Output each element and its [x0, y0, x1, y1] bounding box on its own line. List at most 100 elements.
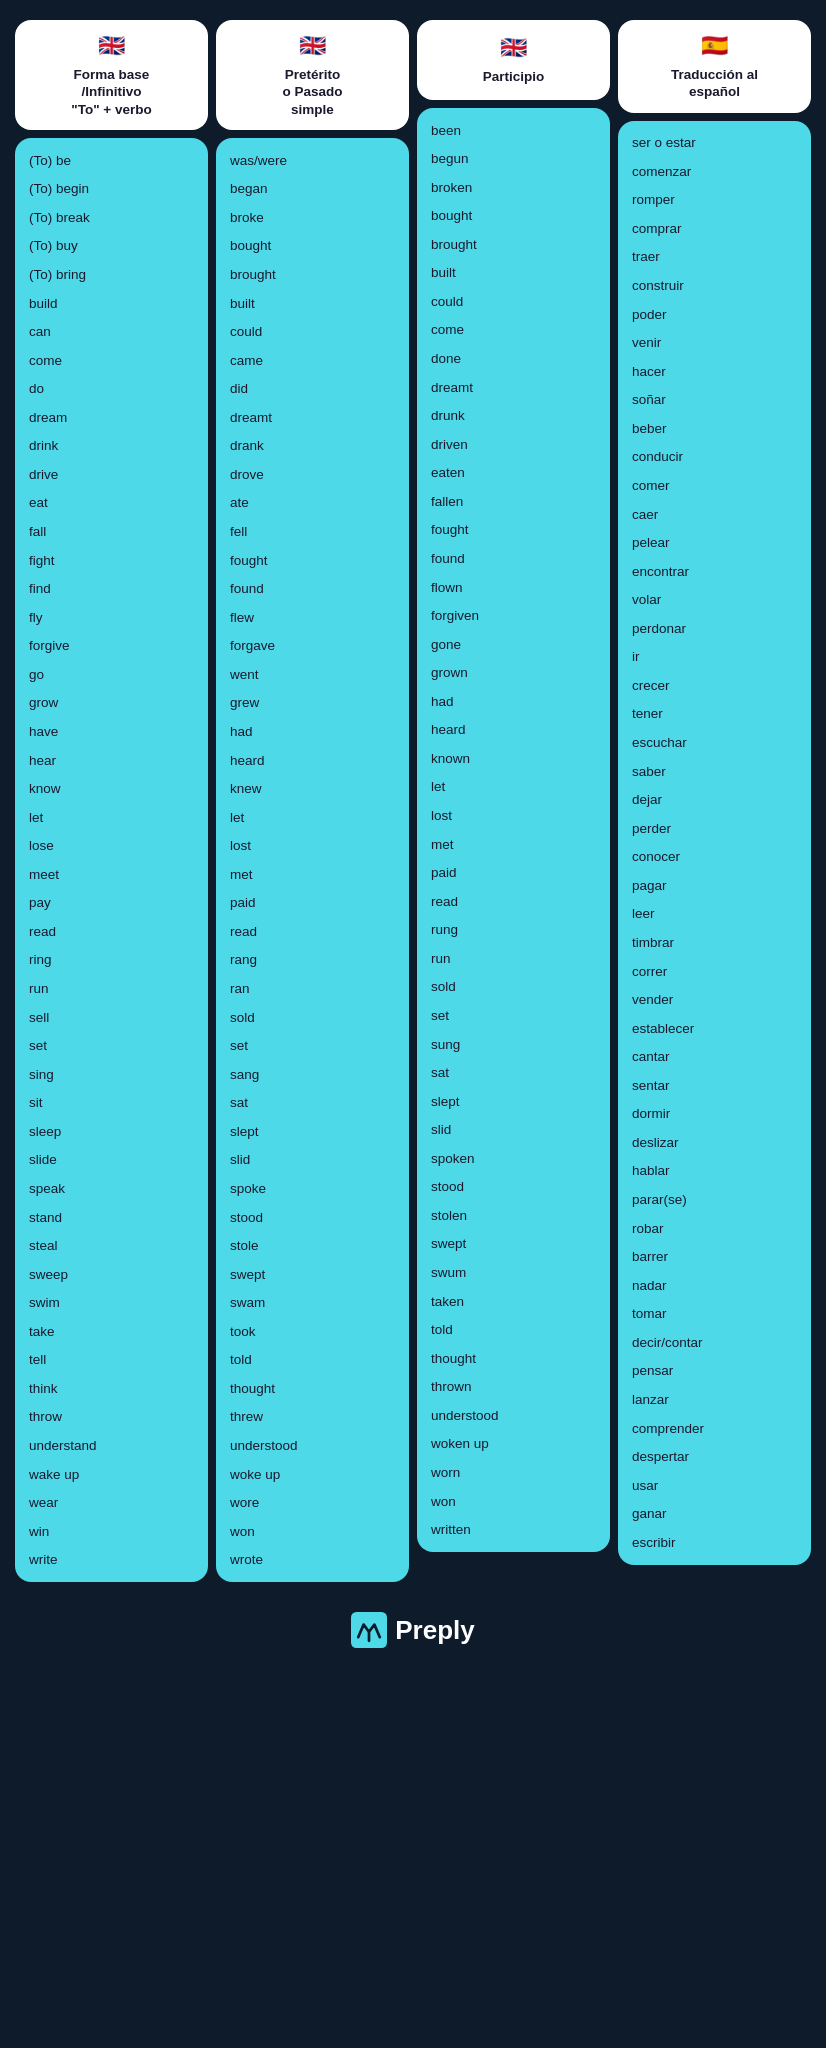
column-body-participle: beenbegunbrokenboughtbroughtbuiltcouldco…: [417, 108, 610, 1552]
cell-preterite-22: knew: [220, 775, 405, 804]
cell-participle-45: understood: [421, 1401, 606, 1430]
cell-spanish-40: nadar: [622, 1271, 807, 1300]
cell-participle-26: paid: [421, 859, 606, 888]
cell-preterite-44: threw: [220, 1403, 405, 1432]
cell-preterite-21: heard: [220, 746, 405, 775]
cell-preterite-1: began: [220, 175, 405, 204]
cell-preterite-24: lost: [220, 832, 405, 861]
cell-participle-42: told: [421, 1316, 606, 1345]
cell-participle-44: thrown: [421, 1373, 606, 1402]
cell-preterite-46: woke up: [220, 1460, 405, 1489]
cell-participle-39: swept: [421, 1230, 606, 1259]
cell-base-47: wear: [19, 1489, 204, 1518]
cell-base-41: take: [19, 1317, 204, 1346]
cell-base-14: fight: [19, 546, 204, 575]
cell-preterite-40: swam: [220, 1289, 405, 1318]
cell-preterite-0: was/were: [220, 146, 405, 175]
cell-spanish-5: construir: [622, 272, 807, 301]
cell-preterite-26: paid: [220, 889, 405, 918]
cell-spanish-22: saber: [622, 757, 807, 786]
cell-participle-10: drunk: [421, 402, 606, 431]
cell-participle-46: woken up: [421, 1430, 606, 1459]
cell-preterite-6: could: [220, 318, 405, 347]
cell-participle-16: flown: [421, 573, 606, 602]
footer: Preply: [351, 1612, 475, 1648]
cell-spanish-6: poder: [622, 300, 807, 329]
cell-participle-34: slept: [421, 1087, 606, 1116]
cell-spanish-7: venir: [622, 329, 807, 358]
column-label-participle: Participio: [483, 68, 545, 86]
cell-base-3: (To) buy: [19, 232, 204, 261]
cell-participle-8: done: [421, 345, 606, 374]
cell-base-4: (To) bring: [19, 260, 204, 289]
column-label-preterite: Pretérito o Pasado simple: [282, 66, 342, 119]
cell-spanish-3: comprar: [622, 214, 807, 243]
cell-base-16: fly: [19, 603, 204, 632]
cell-spanish-32: cantar: [622, 1043, 807, 1072]
cell-base-44: throw: [19, 1403, 204, 1432]
cell-participle-36: spoken: [421, 1144, 606, 1173]
cell-spanish-21: escuchar: [622, 729, 807, 758]
cell-spanish-43: pensar: [622, 1357, 807, 1386]
cell-base-28: ring: [19, 946, 204, 975]
cell-preterite-39: swept: [220, 1260, 405, 1289]
cell-participle-33: sat: [421, 1059, 606, 1088]
cell-preterite-2: broke: [220, 203, 405, 232]
cell-base-7: come: [19, 346, 204, 375]
cell-spanish-35: deslizar: [622, 1128, 807, 1157]
cell-base-37: stand: [19, 1203, 204, 1232]
cell-spanish-4: traer: [622, 243, 807, 272]
column-body-preterite: was/werebeganbrokeboughtbroughtbuiltcoul…: [216, 138, 409, 1582]
cell-participle-11: driven: [421, 430, 606, 459]
cell-spanish-31: establecer: [622, 1014, 807, 1043]
column-label-base: Forma base /Infinitivo "To" + verbo: [71, 66, 151, 119]
cell-preterite-45: understood: [220, 1432, 405, 1461]
cell-preterite-41: took: [220, 1317, 405, 1346]
cell-participle-35: slid: [421, 1116, 606, 1145]
cell-participle-22: known: [421, 744, 606, 773]
cell-spanish-27: leer: [622, 900, 807, 929]
cell-base-46: wake up: [19, 1460, 204, 1489]
cell-base-38: steal: [19, 1232, 204, 1261]
cell-base-40: swim: [19, 1289, 204, 1318]
column-header-base: 🇬🇧 Forma base /Infinitivo "To" + verbo: [15, 20, 208, 130]
cell-preterite-31: set: [220, 1032, 405, 1061]
column-header-spanish: 🇪🇸Traducción al español: [618, 20, 811, 113]
cell-preterite-16: flew: [220, 603, 405, 632]
cell-preterite-34: slept: [220, 1117, 405, 1146]
cell-base-49: write: [19, 1546, 204, 1575]
cell-participle-40: swum: [421, 1259, 606, 1288]
cell-base-35: slide: [19, 1146, 204, 1175]
cell-spanish-8: hacer: [622, 357, 807, 386]
cell-participle-47: worn: [421, 1458, 606, 1487]
cell-base-0: (To) be: [19, 146, 204, 175]
cell-spanish-42: decir/contar: [622, 1328, 807, 1357]
cell-preterite-25: met: [220, 860, 405, 889]
cell-base-15: find: [19, 575, 204, 604]
column-header-participle: 🇬🇧Participio: [417, 20, 610, 100]
flag-base: 🇬🇧: [98, 32, 125, 61]
column-body-base: (To) be(To) begin(To) break(To) buy(To) …: [15, 138, 208, 1582]
cell-spanish-23: dejar: [622, 786, 807, 815]
cell-base-32: sing: [19, 1060, 204, 1089]
cell-spanish-46: despertar: [622, 1443, 807, 1472]
cell-preterite-5: built: [220, 289, 405, 318]
cell-participle-4: brought: [421, 230, 606, 259]
cell-base-21: hear: [19, 746, 204, 775]
cell-participle-1: begun: [421, 145, 606, 174]
cell-preterite-3: bought: [220, 232, 405, 261]
cell-base-42: tell: [19, 1346, 204, 1375]
cell-base-26: pay: [19, 889, 204, 918]
cell-base-31: set: [19, 1032, 204, 1061]
column-participle: 🇬🇧Participiobeenbegunbrokenboughtbrought…: [417, 20, 610, 1582]
cell-spanish-34: dormir: [622, 1100, 807, 1129]
cell-participle-20: had: [421, 687, 606, 716]
cell-base-30: sell: [19, 1003, 204, 1032]
cell-participle-31: set: [421, 1001, 606, 1030]
column-body-spanish: ser o estarcomenzarrompercomprartraercon…: [618, 121, 811, 1565]
cell-preterite-43: thought: [220, 1374, 405, 1403]
cell-spanish-10: beber: [622, 414, 807, 443]
cell-base-9: dream: [19, 403, 204, 432]
cell-spanish-16: volar: [622, 586, 807, 615]
cell-preterite-35: slid: [220, 1146, 405, 1175]
